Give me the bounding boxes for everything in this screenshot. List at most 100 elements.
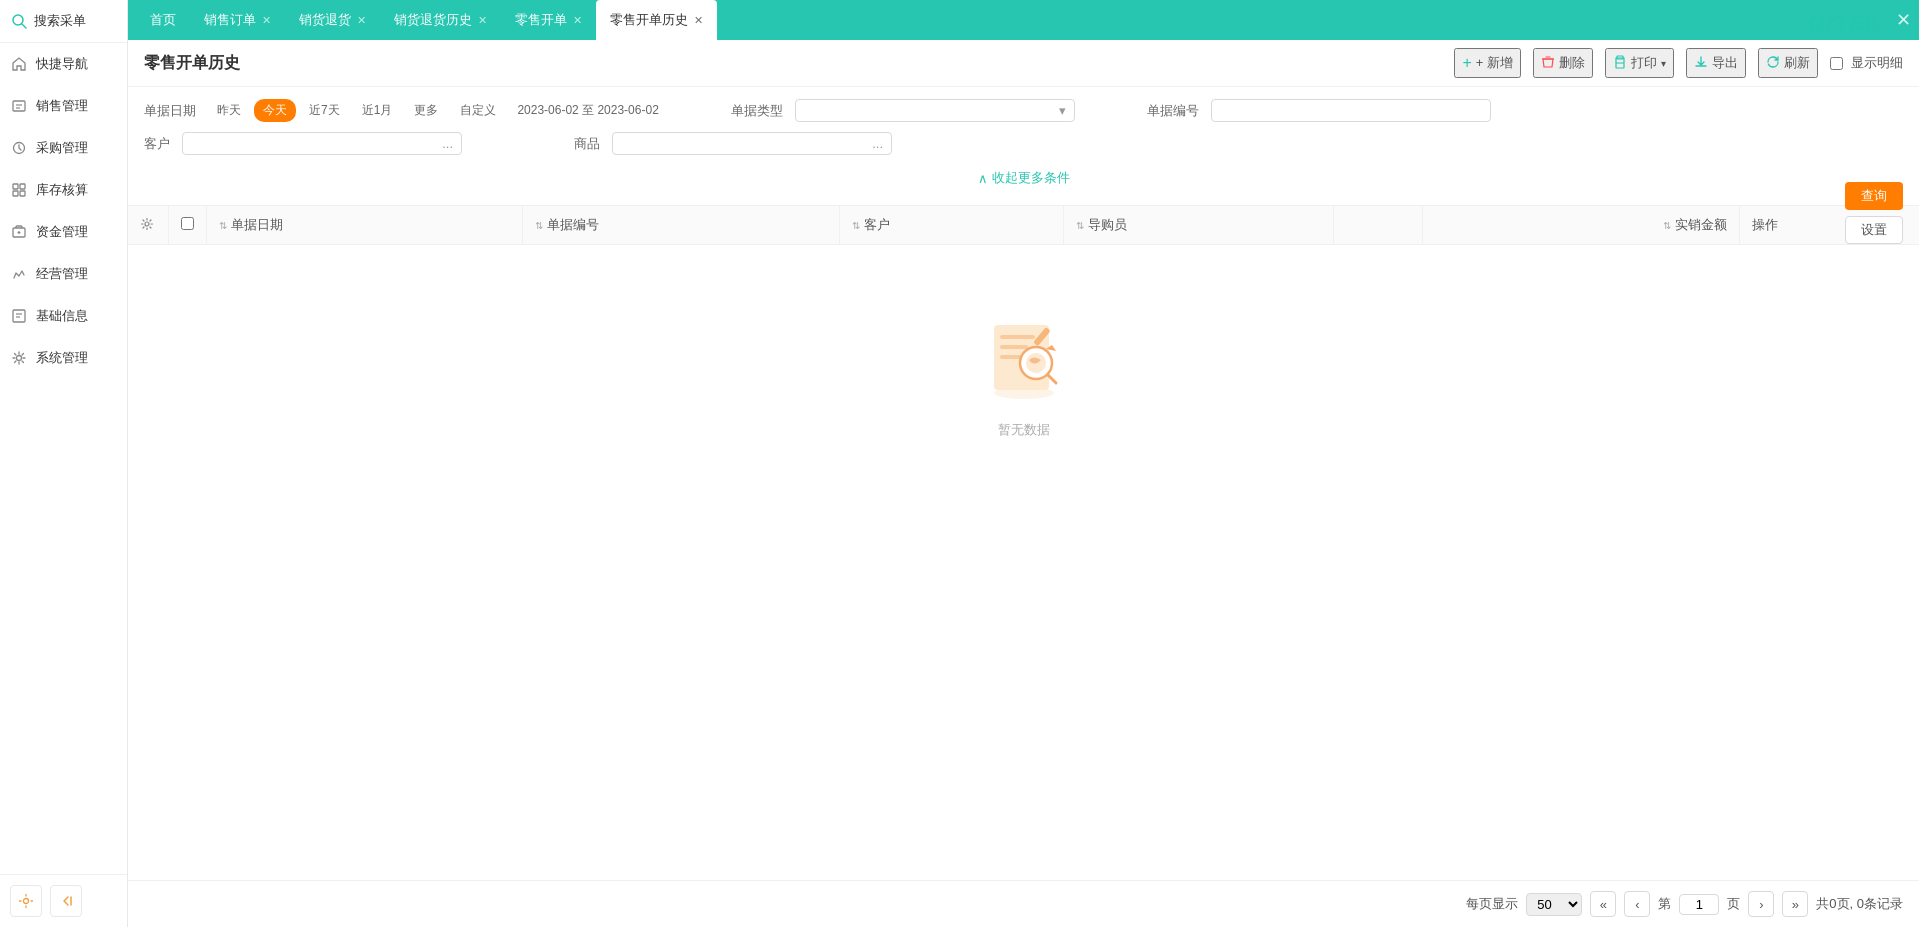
customer-filter-label: 客户 [144,135,170,153]
settings-button[interactable] [10,885,42,917]
display-detail-checkbox-label[interactable]: 显示明细 [1830,54,1903,72]
th-customer[interactable]: ⇅ 客户 [839,206,1063,245]
filter-row-customer: 客户 ... 商品 ... [144,132,1903,155]
th-number[interactable]: ⇅ 单据编号 [523,206,840,245]
print-icon [1613,55,1627,72]
svg-rect-7 [20,184,25,189]
purchase-icon [10,139,28,157]
finance-icon [10,223,28,241]
th-checkbox[interactable] [168,206,206,245]
add-button[interactable]: + + 新增 [1454,48,1521,78]
query-button[interactable]: 查询 [1845,182,1903,210]
sidebar-item-operations[interactable]: 经营管理 [0,253,127,295]
sidebar-bottom [0,874,127,927]
th-date[interactable]: ⇅ 单据日期 [206,206,523,245]
date-btn-more[interactable]: 更多 [405,99,447,122]
bill-type-select[interactable]: ▾ [795,99,1075,122]
empty-text: 暂无数据 [998,421,1050,439]
svg-line-30 [1048,375,1056,383]
svg-point-17 [24,899,29,904]
th-settings[interactable] [128,206,168,245]
collapse-sidebar-button[interactable] [50,885,82,917]
sort-up-icon: ⇅ [219,220,227,231]
sort-number[interactable]: ⇅ 单据编号 [535,216,827,234]
date-btn-custom[interactable]: 自定义 [451,99,505,122]
sort-date[interactable]: ⇅ 单据日期 [219,216,511,234]
bill-number-label: 单据编号 [1147,102,1199,120]
main-content: 首页 销售订单 ✕ 销货退货 ✕ 销货退货历史 ✕ 零售开单 ✕ 零售开单历史 … [128,0,1919,927]
delete-button[interactable]: 删除 [1533,48,1593,78]
customer-dots[interactable]: ... [442,136,453,151]
sidebar-item-inventory[interactable]: 库存核算 [0,169,127,211]
sidebar-item-basic-info[interactable]: 基础信息 [0,295,127,337]
tab-sales-return[interactable]: 销货退货 ✕ [285,0,380,40]
bill-number-input[interactable] [1211,99,1491,122]
table-header-row: ⇅ 单据日期 ⇅ 单据编号 ⇅ [128,206,1919,245]
display-detail-checkbox[interactable] [1830,57,1843,70]
chevron-up-icon: ∧ [978,171,988,186]
pagination: 每页显示 50 10 20 100 « ‹ 第 页 › » 共0页, 0条记录 [128,880,1919,927]
tab-close-icon[interactable]: ✕ [262,14,271,27]
per-page-select[interactable]: 50 10 20 100 [1526,893,1582,916]
settings-query-button[interactable]: 设置 [1845,216,1903,244]
export-button[interactable]: 导出 [1686,48,1746,78]
th-amount[interactable]: ⇅ 实销金额 [1423,206,1740,245]
date-btn-1month[interactable]: 近1月 [353,99,402,122]
sort-up-icon3: ⇅ [852,220,860,231]
sidebar-item-system[interactable]: 系统管理 [0,337,127,379]
sidebar-item-sales-mgmt[interactable]: 销售管理 [0,85,127,127]
tab-close-icon[interactable]: ✕ [573,14,582,27]
sort-up-icon2: ⇅ [535,220,543,231]
collapse-filter-button[interactable]: ∧ 收起更多条件 [966,165,1082,191]
gear-icon[interactable] [140,219,154,234]
date-btn-7days[interactable]: 近7天 [300,99,349,122]
sort-customer[interactable]: ⇅ 客户 [852,216,1051,234]
sidebar-item-label: 基础信息 [36,307,88,325]
tab-close-icon[interactable]: ✕ [357,14,366,27]
tab-close-icon[interactable]: ✕ [478,14,487,27]
brand-watermark: OfTEn [1808,10,1879,36]
current-page-input[interactable] [1679,894,1719,915]
svg-point-16 [17,356,22,361]
tab-bar: 首页 销售订单 ✕ 销货退货 ✕ 销货退货历史 ✕ 零售开单 ✕ 零售开单历史 … [128,0,1919,40]
first-page-button[interactable]: « [1590,891,1616,917]
refresh-button[interactable]: 刷新 [1758,48,1818,78]
chevron-down-icon: ▾ [1059,103,1066,118]
sidebar-item-label: 销售管理 [36,97,88,115]
inventory-icon [10,181,28,199]
tab-label: 销售订单 [204,11,256,29]
prev-page-button[interactable]: ‹ [1624,891,1650,917]
sort-amount[interactable]: ⇅ 实销金额 [1435,216,1727,234]
delete-icon [1541,55,1555,72]
tab-sales-return-history[interactable]: 销货退货历史 ✕ [380,0,501,40]
sidebar-item-finance[interactable]: 资金管理 [0,211,127,253]
tab-retail-open[interactable]: 零售开单 ✕ [501,0,596,40]
tab-close-icon[interactable]: ✕ [694,14,703,27]
next-page-button[interactable]: › [1748,891,1774,917]
toolbar: 零售开单历史 + + 新增 删除 [128,40,1919,87]
sort-guide[interactable]: ⇅ 导购员 [1076,216,1321,234]
home-icon [10,55,28,73]
sidebar-item-purchase-mgmt[interactable]: 采购管理 [0,127,127,169]
last-page-button[interactable]: » [1782,891,1808,917]
svg-rect-13 [13,310,25,322]
sidebar-item-quick-nav[interactable]: 快捷导航 [0,43,127,85]
svg-rect-8 [13,191,18,196]
window-close-button[interactable]: ✕ [1896,9,1911,31]
select-all-checkbox[interactable] [181,217,194,230]
sort-up-icon5: ⇅ [1663,220,1671,231]
goods-dots[interactable]: ... [872,136,883,151]
page-label: 页 [1727,895,1740,913]
tab-home[interactable]: 首页 [136,11,190,29]
date-btn-today[interactable]: 今天 [254,99,296,122]
th-guide[interactable]: ⇅ 导购员 [1063,206,1333,245]
date-btn-yesterday[interactable]: 昨天 [208,99,250,122]
print-button[interactable]: 打印 ▾ [1605,48,1674,78]
goods-input[interactable] [621,136,868,151]
tab-sales-order[interactable]: 销售订单 ✕ [190,0,285,40]
tab-retail-history[interactable]: 零售开单历史 ✕ [596,0,717,40]
table-body: 暂无数据 [128,245,1919,500]
per-page-label: 每页显示 [1466,895,1518,913]
customer-input[interactable] [191,136,438,151]
sidebar-search[interactable]: 搜索采单 [0,0,127,43]
